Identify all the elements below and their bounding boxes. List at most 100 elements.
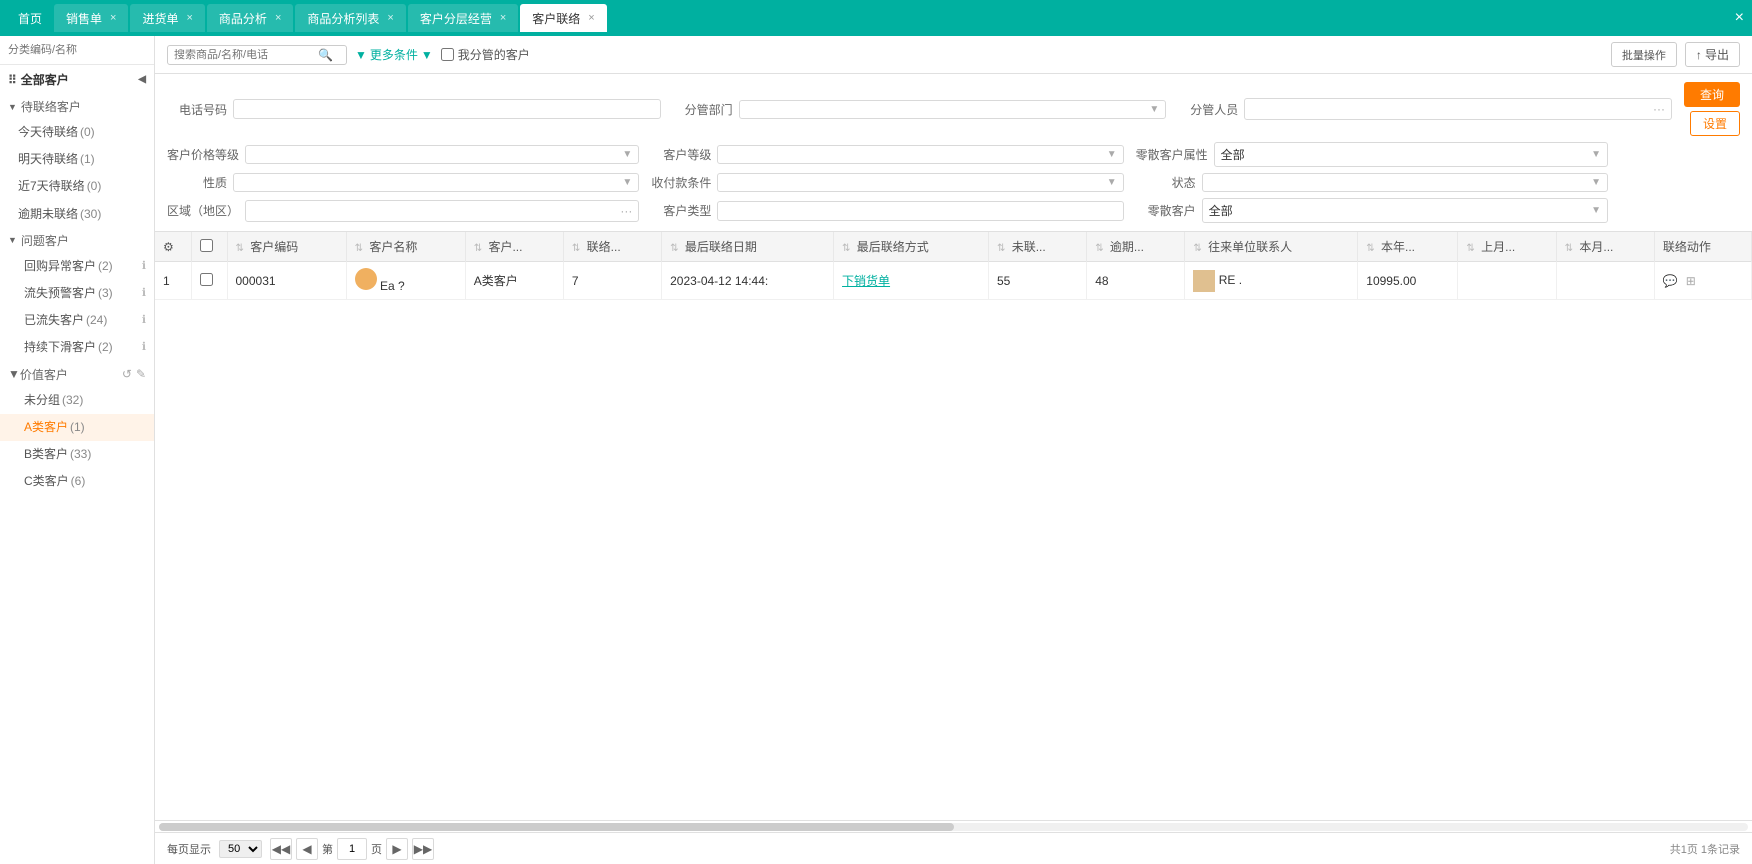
filter-status-select[interactable]: ▼ [1202,173,1608,192]
filter-manager-input[interactable]: ··· [1244,98,1672,120]
filter-payment-select[interactable]: ▼ [717,173,1123,192]
table-col-level-label: 客户... [488,240,522,254]
sidebar-item-tomorrow-contact[interactable]: 明天待联络 (1) [0,146,154,173]
row-checkbox[interactable] [200,273,213,286]
tab-product-analysis-close[interactable]: × [275,12,281,24]
tab-customer-contact[interactable]: 客户联络 × [520,4,606,32]
sidebar-collapse-button[interactable]: ◀ [138,74,146,85]
sidebar-info-icon-2[interactable]: ℹ [142,312,146,330]
sidebar-search-input[interactable] [8,44,150,56]
filter-field-retail-attr: 零散客户属性 全部 ▼ [1136,142,1608,167]
sidebar-item-declining[interactable]: 持续下滑客户 (2) ℹ [0,334,154,361]
sidebar-item-a-class[interactable]: A类客户 (1) [0,414,154,441]
sort-icon-name: ⇅ [355,243,363,254]
sidebar-item-week-contact[interactable]: 近7天待联络 (0) [0,173,154,200]
filter-more-conditions[interactable]: ▼ 更多条件 ▼ [355,46,433,63]
page-number-input[interactable] [337,838,367,860]
tab-product-list-close[interactable]: × [387,12,393,24]
filter-field-payment: 收付款条件 ▼ [651,173,1123,192]
sidebar-item-ungrouped[interactable]: 未分组 (32) [0,387,154,414]
table-col-last-month: ⇅ 上月... [1458,232,1556,262]
row-contacts-person: RE . [1185,262,1358,300]
nav-home[interactable]: 首页 [8,10,52,27]
export-button[interactable]: ↑ 导出 [1685,42,1740,67]
pagination-nav: ◀◀ ◀ 第 页 ▶ ▶▶ [270,838,434,860]
filter-more-caret-icon: ▼ [421,48,433,62]
export-label: 导出 [1705,48,1729,62]
filter-search-icon[interactable]: 🔍 [318,48,333,62]
filter-manager-dots-icon[interactable]: ··· [1653,102,1665,116]
tab-customer-contact-close[interactable]: × [588,12,594,24]
close-all-button[interactable]: × [1735,9,1744,27]
filter-retail-attr-caret-icon: ▼ [1591,149,1601,160]
sidebar-problem-customer-header[interactable]: ▼ 问题客户 [0,228,154,253]
sidebar-item-repurchase-abnormal[interactable]: 回购异常客户 (2) ℹ [0,253,154,280]
prev-page-button[interactable]: ◀ [296,838,318,860]
tab-customer-tier-close[interactable]: × [500,12,506,24]
sidebar-edit-icon[interactable]: ✎ [136,367,146,381]
filter-retail-customer-select[interactable]: 全部 ▼ [1202,198,1608,223]
batch-operation-button[interactable]: 批量操作 [1611,42,1677,67]
tab-purchase[interactable]: 进货单 × [130,4,204,32]
filter-manager-label: 分管人员 [1178,101,1238,118]
filter-customer-type-input[interactable] [717,201,1123,221]
my-customers-checkbox[interactable] [441,48,454,61]
sort-icon-no-contact: ⇅ [997,243,1005,254]
first-page-button[interactable]: ◀◀ [270,838,292,860]
tab-sales[interactable]: 销售单 × [54,4,128,32]
table-col-no-contact-label: 未联... [1012,240,1046,254]
gear-icon[interactable]: ⚙ [163,240,174,254]
sidebar-problem-customer-arrow: ▼ [8,235,17,245]
tab-customer-tier-label: 客户分层经营 [420,10,492,27]
filter-price-level-select[interactable]: ▼ [245,145,639,164]
filter-customer-level-select[interactable]: ▼ [717,145,1123,164]
tab-customer-tier[interactable]: 客户分层经营 × [408,4,518,32]
query-button[interactable]: 查询 [1684,82,1740,107]
sidebar-info-icon-0[interactable]: ℹ [142,258,146,276]
sidebar-wait-contact-header[interactable]: ▼ 待联络客户 [0,94,154,119]
sidebar-refresh-icon[interactable]: ↺ [122,367,132,381]
sidebar-info-icon-3[interactable]: ℹ [142,339,146,357]
sidebar-item-c-class[interactable]: C类客户 (6) [0,468,154,495]
filter-region-dots-icon[interactable]: ··· [620,204,632,218]
tab-purchase-close[interactable]: × [186,12,192,24]
table-col-name: ⇅ 客户名称 [346,232,465,262]
filter-phone-input[interactable] [233,99,661,119]
filter-payment-label: 收付款条件 [651,174,711,191]
sidebar-item-b-class[interactable]: B类客户 (33) [0,441,154,468]
filter-field-customer-level: 客户等级 ▼ [651,145,1123,164]
tab-product-list[interactable]: 商品分析列表 × [295,4,405,32]
scrollbar-thumb[interactable] [159,823,954,831]
per-page-select[interactable]: 50 [219,840,262,858]
filter-retail-customer-caret-icon: ▼ [1591,205,1601,216]
filter-retail-attr-select[interactable]: 全部 ▼ [1214,142,1608,167]
table-col-contact-count: ⇅ 联络... [563,232,661,262]
sidebar-item-churned[interactable]: 已流失客户 (24) ℹ [0,307,154,334]
filter-dept-select[interactable]: ▼ [739,100,1167,119]
filter-nature-select[interactable]: ▼ [233,173,639,192]
sidebar-info-icon-1[interactable]: ℹ [142,285,146,303]
tab-sales-close[interactable]: × [110,12,116,24]
next-page-button[interactable]: ▶ [386,838,408,860]
filter-field-retail-customer: 零散客户 全部 ▼ [1136,198,1608,223]
sort-icon-last-month: ⇅ [1466,243,1474,254]
sidebar-item-c-class-label: C类客户 [24,472,69,491]
sidebar-item-today-contact[interactable]: 今天待联络 (0) [0,119,154,146]
page-label: 第 [322,841,333,857]
sort-icon-contact-count: ⇅ [572,243,580,254]
adv-filter-row-2: 客户价格等级 ▼ 客户等级 ▼ 零散客户属性 全部 [167,142,1740,167]
tab-product-analysis[interactable]: 商品分析 × [207,4,293,32]
settings-button[interactable]: 设置 [1690,111,1740,136]
row-clipboard-icon[interactable]: ⊞ [1686,274,1696,288]
select-all-checkbox[interactable] [200,239,213,252]
row-this-month [1556,262,1654,300]
filter-region-input[interactable]: ··· [245,200,639,222]
filter-search-input[interactable] [174,49,314,61]
table-col-actions-label: 联络动作 [1663,240,1711,254]
row-last-method-link[interactable]: 下销货单 [842,274,890,288]
horizontal-scrollbar[interactable] [155,820,1752,832]
row-chat-icon[interactable]: 💬 [1663,274,1678,288]
sidebar-item-churn-warning[interactable]: 流失预警客户 (3) ℹ [0,280,154,307]
last-page-button[interactable]: ▶▶ [412,838,434,860]
sidebar-item-overdue-contact[interactable]: 逾期未联络 (30) [0,201,154,228]
